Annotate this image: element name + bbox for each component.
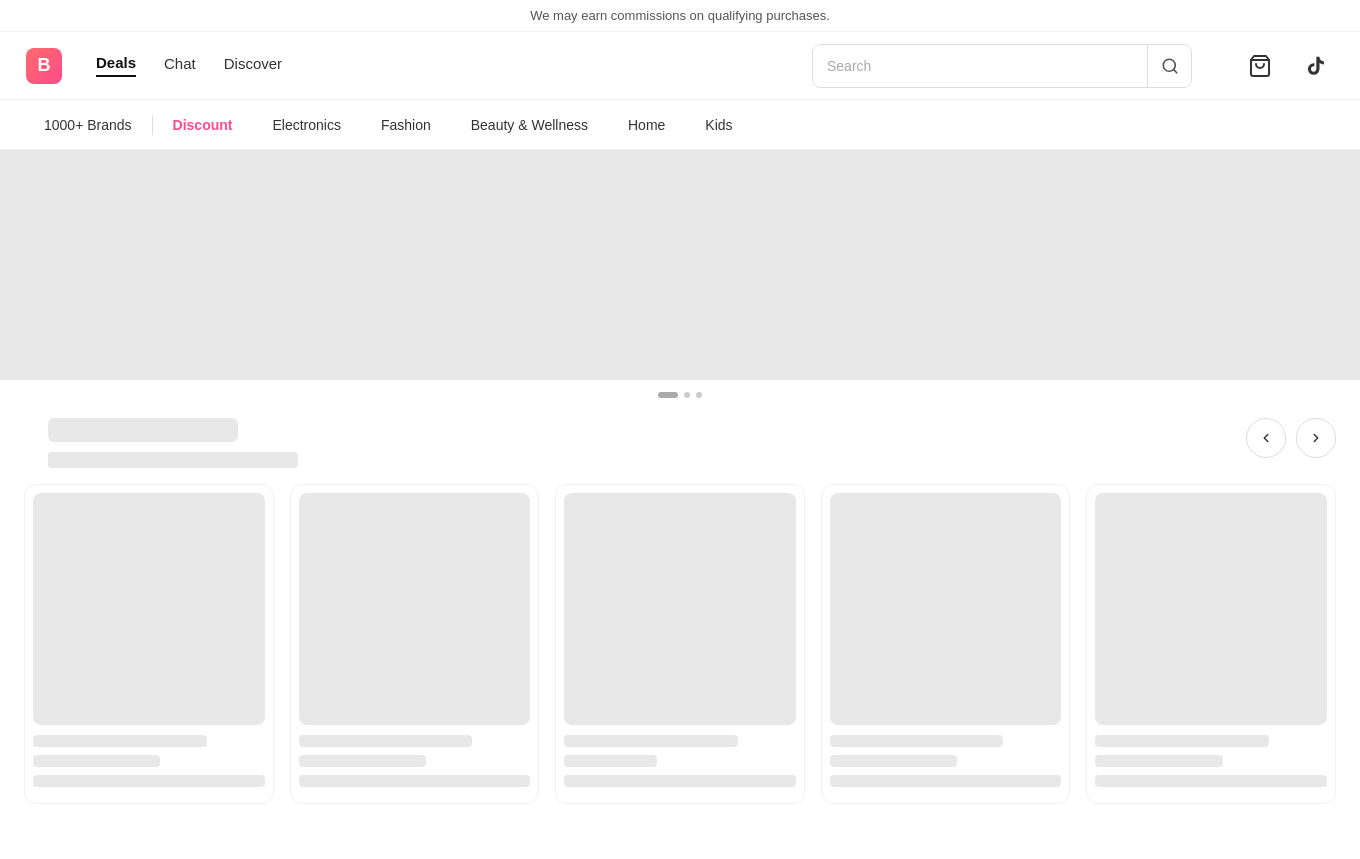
announcement-bar: We may earn commissions on qualifying pu… [0, 0, 1360, 32]
category-discount[interactable]: Discount [153, 100, 253, 149]
product-price-skeleton [830, 755, 957, 767]
product-action-skeleton [1095, 775, 1327, 787]
cart-button[interactable] [1240, 46, 1280, 86]
search-icon [1161, 57, 1179, 75]
product-card[interactable] [24, 484, 274, 804]
carousel-dots [0, 380, 1360, 410]
logo-shape: B [26, 48, 62, 84]
search-button[interactable] [1147, 45, 1191, 87]
product-action-skeleton [564, 775, 796, 787]
product-action-skeleton [299, 775, 531, 787]
category-home[interactable]: Home [608, 100, 685, 149]
nav-links: Deals Chat Discover [96, 54, 282, 77]
logo[interactable]: B [24, 46, 64, 86]
arrows-right [1246, 418, 1336, 458]
carousel-dot-1[interactable] [658, 392, 678, 398]
product-action-skeleton [33, 775, 265, 787]
section-subtitle-skeleton [48, 452, 298, 468]
product-image-skeleton [33, 493, 265, 725]
product-price-skeleton [33, 755, 160, 767]
carousel-dot-3[interactable] [696, 392, 702, 398]
product-card[interactable] [1086, 484, 1336, 804]
products-row [0, 484, 1360, 804]
product-image-skeleton [830, 493, 1062, 725]
hero-banner [0, 150, 1360, 380]
nav-link-chat[interactable]: Chat [164, 55, 196, 76]
category-nav: 1000+ Brands Discount Electronics Fashio… [0, 100, 1360, 150]
next-arrow-button[interactable] [1296, 418, 1336, 458]
product-title-skeleton [830, 735, 1004, 747]
product-price-skeleton [1095, 755, 1222, 767]
announcement-text: We may earn commissions on qualifying pu… [530, 8, 830, 23]
tiktok-icon [1305, 55, 1327, 77]
carousel-dot-2[interactable] [684, 392, 690, 398]
nav-icons [1240, 46, 1336, 86]
product-image-skeleton [564, 493, 796, 725]
category-fashion[interactable]: Fashion [361, 100, 451, 149]
product-action-skeleton [830, 775, 1062, 787]
section-nav [0, 410, 1360, 484]
next-arrow-icon [1309, 431, 1323, 445]
logo-letter: B [38, 55, 51, 76]
product-price-skeleton [299, 755, 426, 767]
product-title-skeleton [33, 735, 207, 747]
product-price-skeleton [564, 755, 657, 767]
category-kids[interactable]: Kids [685, 100, 752, 149]
search-container [812, 44, 1192, 88]
prev-arrow-button[interactable] [1246, 418, 1286, 458]
main-nav: B Deals Chat Discover [0, 32, 1360, 100]
cart-icon [1248, 54, 1272, 78]
product-card[interactable] [821, 484, 1071, 804]
section-header [24, 410, 322, 484]
category-beauty[interactable]: Beauty & Wellness [451, 100, 608, 149]
tiktok-button[interactable] [1296, 46, 1336, 86]
svg-line-1 [1173, 69, 1176, 72]
prev-arrow-icon [1259, 431, 1273, 445]
search-input[interactable] [813, 45, 1147, 87]
product-card[interactable] [290, 484, 540, 804]
category-electronics[interactable]: Electronics [252, 100, 360, 149]
category-brands[interactable]: 1000+ Brands [24, 100, 152, 149]
product-image-skeleton [299, 493, 531, 725]
nav-link-deals[interactable]: Deals [96, 54, 136, 77]
product-card[interactable] [555, 484, 805, 804]
product-title-skeleton [564, 735, 738, 747]
product-title-skeleton [299, 735, 473, 747]
product-image-skeleton [1095, 493, 1327, 725]
nav-link-discover[interactable]: Discover [224, 55, 282, 76]
product-title-skeleton [1095, 735, 1269, 747]
section-title-skeleton [48, 418, 238, 442]
